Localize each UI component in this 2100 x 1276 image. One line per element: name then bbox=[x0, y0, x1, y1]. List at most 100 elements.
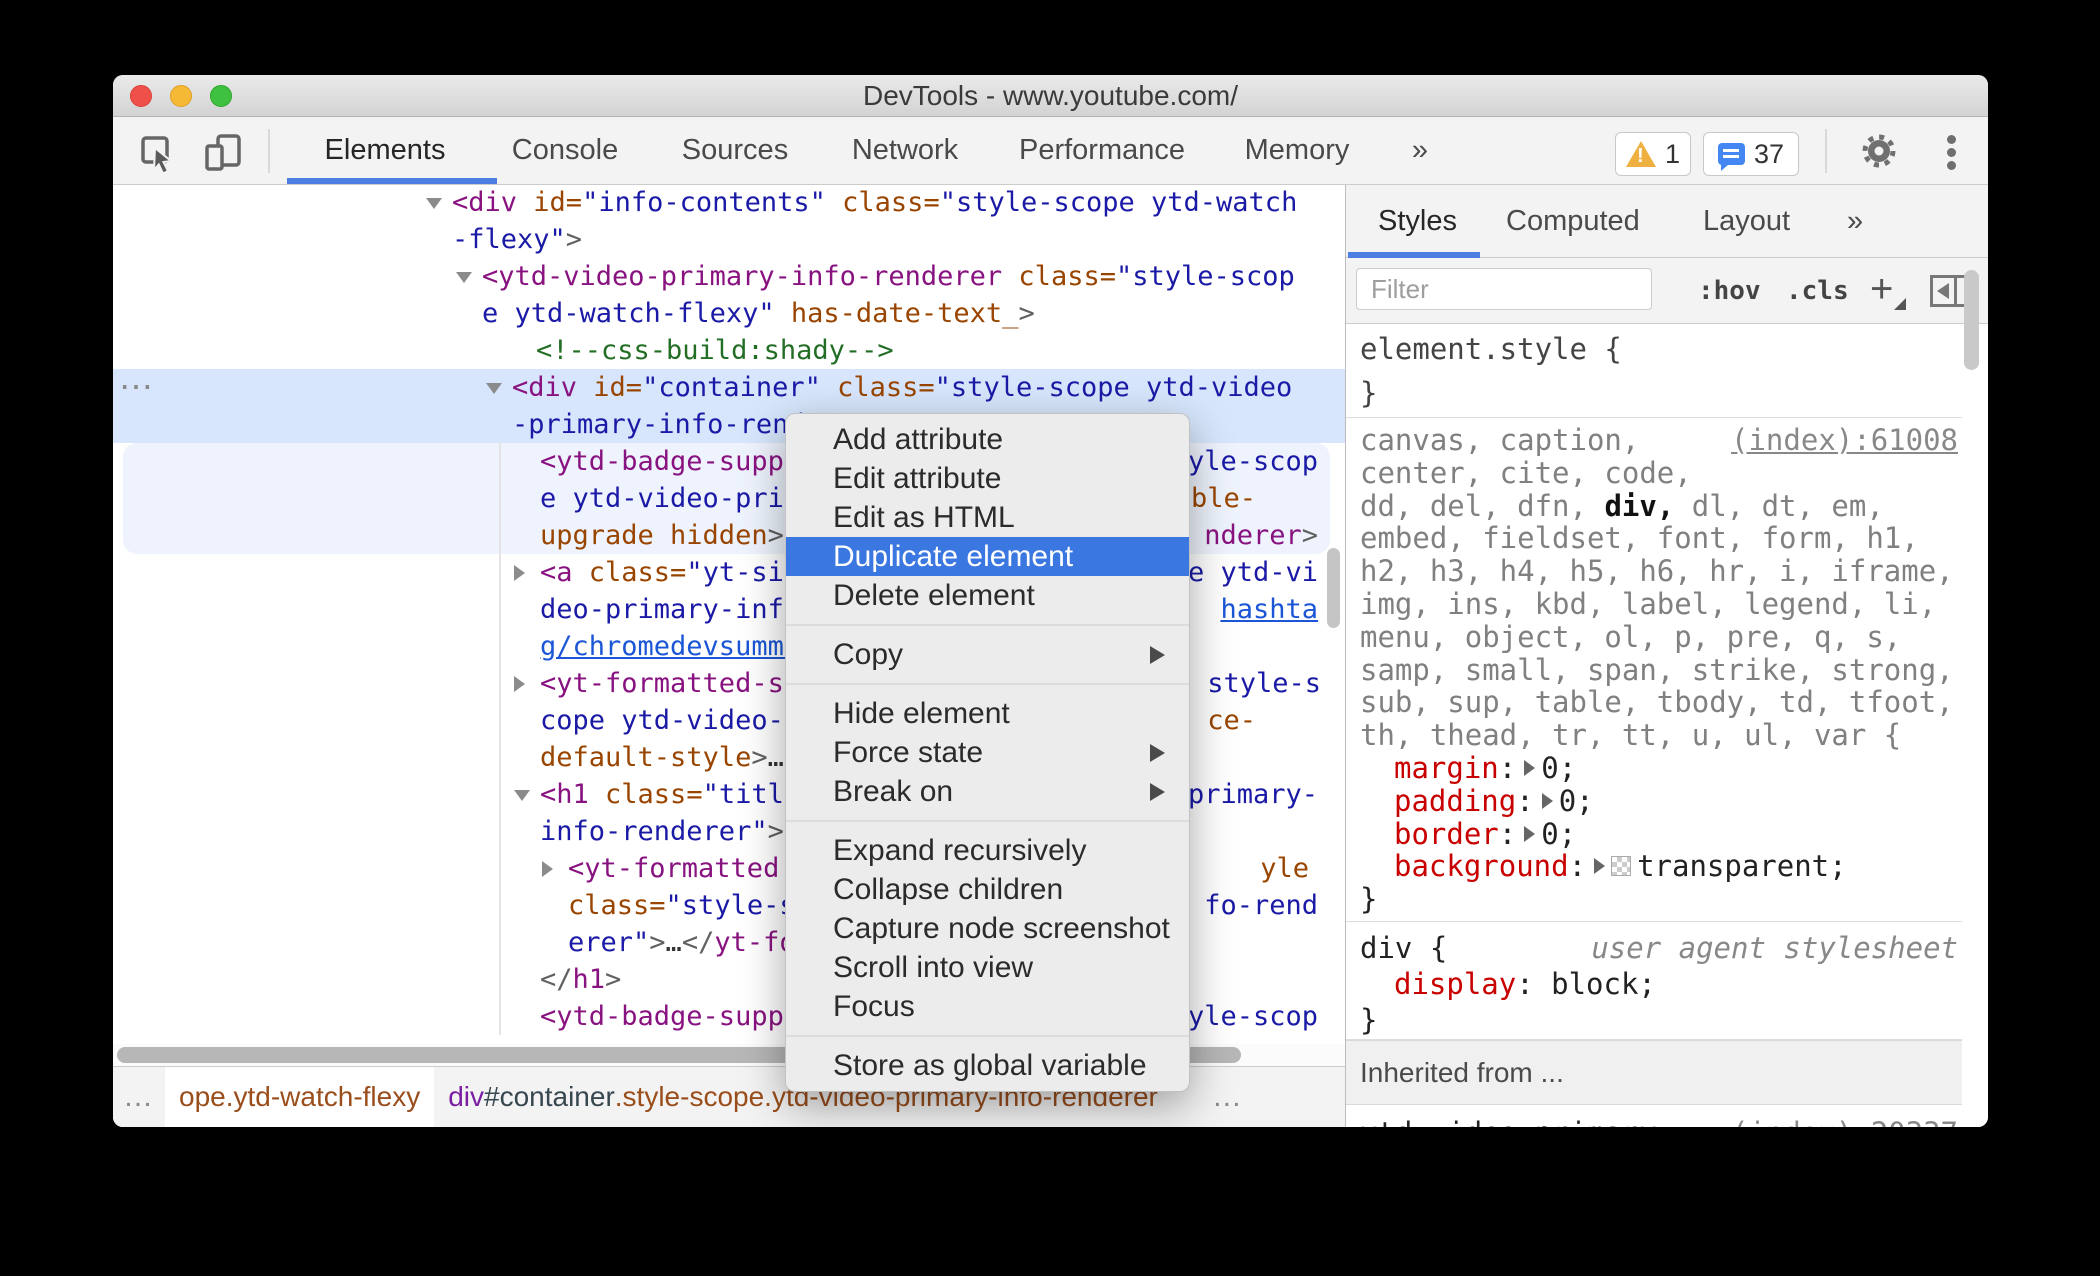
syntax-sel: menu, object, ol, p, pre, q, s, bbox=[1360, 619, 1902, 654]
minimize-window-button[interactable] bbox=[170, 85, 192, 107]
inspect-element-icon[interactable] bbox=[138, 133, 178, 173]
more-tabs-button[interactable]: » bbox=[1412, 117, 1428, 184]
breadcrumb-overflow-right[interactable]: … bbox=[1202, 1080, 1254, 1114]
new-style-rule-dropdown-icon[interactable] bbox=[1894, 298, 1906, 310]
expander-open-icon[interactable] bbox=[426, 197, 442, 209]
menu-item-delete-element[interactable]: Delete element bbox=[786, 576, 1189, 615]
element-style-rule[interactable]: element.style { } bbox=[1346, 324, 1962, 418]
tab-memory[interactable]: Memory bbox=[1245, 117, 1350, 184]
css-property[interactable]: background: transparent; bbox=[1346, 850, 1962, 883]
tree-line-wrapped-fragment: nderer> bbox=[1204, 517, 1318, 554]
property-expand-icon[interactable] bbox=[1541, 792, 1553, 809]
styles-tab-styles[interactable]: Styles bbox=[1378, 185, 1457, 257]
menu-item-hide-element[interactable]: Hide element bbox=[786, 694, 1189, 733]
breadcrumb-overflow-left[interactable]: … bbox=[113, 1080, 165, 1114]
menu-separator bbox=[786, 624, 1189, 626]
close-window-button[interactable] bbox=[130, 85, 152, 107]
tree-node-line[interactable]: <!--css-build:shady--> bbox=[113, 332, 1345, 369]
messages-badge[interactable]: 37 bbox=[1703, 132, 1799, 176]
property-expand-icon[interactable] bbox=[1594, 858, 1606, 875]
tab-sources[interactable]: Sources bbox=[682, 117, 788, 184]
panel-divider[interactable] bbox=[1345, 185, 1346, 1127]
property-expand-icon[interactable] bbox=[1524, 825, 1536, 842]
menu-item-break-on[interactable]: Break on bbox=[786, 772, 1189, 811]
styles-tab-more[interactable]: » bbox=[1847, 185, 1863, 257]
menu-item-edit-as-html[interactable]: Edit as HTML bbox=[786, 498, 1189, 537]
styles-vertical-scrollbar[interactable] bbox=[1964, 270, 1979, 370]
tree-line-wrapped-fragment: yle-scop bbox=[1188, 998, 1318, 1035]
stylesheet-link[interactable]: (index):61008 bbox=[1731, 424, 1958, 457]
syntax-attr: ce- bbox=[1207, 705, 1256, 736]
expander-closed-icon[interactable] bbox=[514, 564, 525, 581]
css-rule-partial[interactable]: ytd-video-primary (index):20337 bbox=[1346, 1105, 1962, 1127]
tree-node-line[interactable]: e ytd-watch-flexy" has-date-text_> bbox=[113, 295, 1345, 332]
css-rule-div[interactable]: div { user agent stylesheet display: bloc… bbox=[1346, 922, 1962, 1040]
syntax-val: yle-scop bbox=[1187, 1001, 1318, 1032]
elements-vertical-scrollbar[interactable] bbox=[1327, 548, 1340, 628]
styles-tab-layout[interactable]: Layout bbox=[1703, 185, 1790, 257]
tree-line-wrapped-fragment: hashta bbox=[1220, 591, 1318, 628]
tab-network[interactable]: Network bbox=[852, 117, 958, 184]
warnings-badge[interactable]: 1 bbox=[1615, 132, 1691, 176]
maximize-window-button[interactable] bbox=[210, 85, 232, 107]
menu-item-add-attribute[interactable]: Add attribute bbox=[786, 420, 1189, 459]
expander-open-icon[interactable] bbox=[456, 271, 472, 283]
toggle-sidebar-icon[interactable] bbox=[1930, 275, 1968, 307]
menu-item-scroll-into-view[interactable]: Scroll into view bbox=[786, 948, 1189, 987]
syntax-attr: id= bbox=[517, 187, 583, 218]
device-toolbar-icon[interactable] bbox=[203, 133, 245, 173]
syntax-pun: </ bbox=[681, 927, 715, 958]
syntax-val: yle-scop bbox=[1187, 446, 1318, 477]
tree-node-line[interactable]: <ytd-video-primary-info-renderer class="… bbox=[113, 258, 1345, 295]
syntax-link: hashta bbox=[1220, 594, 1318, 625]
property-name: display bbox=[1394, 967, 1517, 1001]
element-classes-button[interactable]: .cls bbox=[1786, 258, 1849, 324]
property-expand-icon[interactable] bbox=[1524, 759, 1536, 776]
rule-selector-line: center, cite, code, bbox=[1346, 456, 1962, 490]
stylesheet-link[interactable]: (index):20337 bbox=[1731, 1113, 1958, 1127]
menu-item-collapse-children[interactable]: Collapse children bbox=[786, 870, 1189, 909]
styles-tab-computed[interactable]: Computed bbox=[1506, 185, 1640, 257]
tab-performance[interactable]: Performance bbox=[1019, 117, 1185, 184]
settings-gear-icon[interactable] bbox=[1859, 131, 1899, 171]
css-rule-main[interactable]: (index):61008 canvas, caption, center, cit… bbox=[1346, 418, 1962, 922]
menu-item-store-as-global-variable[interactable]: Store as global variable bbox=[786, 1046, 1189, 1085]
devtools-window: DevTools - www.youtube.com/ Elements Cons… bbox=[113, 75, 1988, 1127]
menu-item-capture-node-screenshot[interactable]: Capture node screenshot bbox=[786, 909, 1189, 948]
more-options-kebab-icon[interactable] bbox=[1947, 135, 1957, 174]
menu-item-duplicate-element[interactable]: Duplicate element bbox=[786, 537, 1189, 576]
rule-selector-line: sub, sup, table, tbody, td, tfoot, bbox=[1346, 686, 1962, 719]
menu-item-force-state[interactable]: Force state bbox=[786, 733, 1189, 772]
titlebar[interactable]: DevTools - www.youtube.com/ bbox=[113, 75, 1988, 117]
expander-open-icon[interactable] bbox=[514, 789, 530, 801]
expander-closed-icon[interactable] bbox=[514, 675, 525, 692]
syntax-ell: … bbox=[665, 927, 682, 958]
menu-item-copy[interactable]: Copy bbox=[786, 635, 1189, 674]
inherited-from-header[interactable]: Inherited from ... bbox=[1346, 1040, 1962, 1105]
expander-open-icon[interactable] bbox=[486, 382, 502, 394]
menu-item-expand-recursively[interactable]: Expand recursively bbox=[786, 831, 1189, 870]
syntax-sel: dl, dt, em, bbox=[1674, 488, 1884, 523]
new-style-rule-button[interactable]: + bbox=[1870, 258, 1893, 324]
rule-origin: user agent stylesheet bbox=[1591, 931, 1958, 965]
menu-item-edit-attribute[interactable]: Edit attribute bbox=[786, 459, 1189, 498]
styles-filter-input[interactable]: Filter bbox=[1356, 268, 1652, 310]
tab-elements[interactable]: Elements bbox=[325, 117, 446, 184]
tab-console[interactable]: Console bbox=[512, 117, 618, 184]
expander-closed-icon[interactable] bbox=[542, 860, 553, 877]
css-property[interactable]: border: 0; bbox=[1346, 817, 1962, 851]
color-swatch[interactable] bbox=[1611, 856, 1632, 877]
rule-selector: div { bbox=[1360, 931, 1448, 965]
breadcrumb-item[interactable]: ope.ytd-watch-flexy bbox=[165, 1067, 435, 1127]
menu-item-focus[interactable]: Focus bbox=[786, 987, 1189, 1026]
tree-node-line[interactable]: -flexy"> bbox=[113, 221, 1345, 258]
syntax-pun: > bbox=[565, 224, 583, 255]
pseudo-state-button[interactable]: :hov bbox=[1698, 258, 1761, 324]
tree-node-line[interactable]: <div id="info-contents" class="style-sco… bbox=[113, 185, 1345, 221]
tree-node-line[interactable]: <div id="container" class="style-scope y… bbox=[113, 369, 1345, 406]
css-property[interactable]: margin: 0; bbox=[1346, 752, 1962, 785]
rule-selector-line: th, thead, tr, tt, u, ul, var { bbox=[1346, 719, 1962, 752]
css-property[interactable]: padding: 0; bbox=[1346, 784, 1962, 818]
syntax-pun: > bbox=[1301, 520, 1318, 551]
css-property[interactable]: display: block; bbox=[1346, 966, 1962, 1002]
